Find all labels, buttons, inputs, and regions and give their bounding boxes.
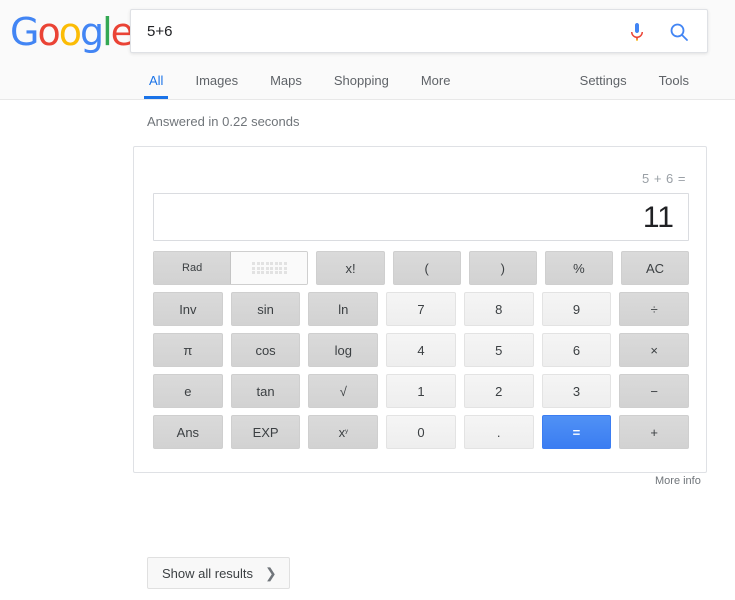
calc-key-Ans[interactable]: Ans: [153, 415, 223, 449]
keypad-row: Inv sin ln 7 8 9 ÷: [153, 292, 690, 326]
keypad-row: Ans EXP x ʸ 0. = +: [153, 415, 690, 449]
calculator-expression: 5 + 6 =: [642, 171, 686, 186]
calc-key-6[interactable]: 6: [541, 333, 612, 367]
calc-key-x[interactable]: x!: [316, 251, 385, 285]
microphone-icon[interactable]: [625, 20, 649, 44]
calc-key-8[interactable]: 8: [463, 292, 534, 326]
calc-key-7[interactable]: 7: [386, 292, 456, 326]
calc-key-AC[interactable]: AC: [620, 251, 690, 285]
show-all-results-button[interactable]: Show all results ❯: [147, 557, 290, 589]
calc-key-ln[interactable]: ln: [308, 292, 379, 326]
chevron-right-icon: ❯: [265, 564, 277, 581]
calc-key-4[interactable]: 4: [386, 333, 456, 367]
calc-key-[interactable]: −: [619, 374, 690, 408]
nav-item-images[interactable]: Images: [179, 66, 254, 99]
calc-key-Inv[interactable]: Inv: [153, 292, 223, 326]
search-header: Google AllImagesMapsShoppingMore Setting…: [0, 0, 735, 100]
keypad-row-keys: x!()% AC: [316, 251, 690, 285]
search-icon[interactable]: [667, 20, 691, 44]
logo-letter-5: e: [110, 10, 134, 54]
calc-key-5[interactable]: 5: [463, 333, 534, 367]
nav-tabs-left: All Images Maps Shopping More: [133, 66, 466, 99]
more-info-link[interactable]: More info: [655, 475, 701, 487]
calc-key-3[interactable]: 3: [541, 374, 612, 408]
google-logo[interactable]: Google: [10, 10, 134, 54]
calculator-display[interactable]: 11: [153, 193, 689, 241]
keypad-row: Rad x!()% AC: [153, 251, 690, 285]
calc-key-x[interactable]: xʸ: [308, 415, 379, 449]
logo-letter-1: o: [37, 10, 60, 54]
logo-letter-4: l: [102, 10, 112, 54]
calc-key-cos[interactable]: cos: [230, 333, 301, 367]
calc-key-EXP[interactable]: EXP: [230, 415, 301, 449]
keypad-rows: Inv sin ln 7 8 9 ÷ π cos log 4 5 6 × e tan √ 1 2 3− Ans EXP x ʸ…: [153, 292, 690, 449]
calc-key-[interactable]: ÷: [619, 292, 690, 326]
search-input[interactable]: [145, 10, 625, 52]
calculator-keypad: Rad x!()% AC Inv sin ln 7 8 9 ÷ π cos log 4 5 6 × e tan √…: [153, 251, 690, 456]
mode-toggle-group: Rad: [153, 251, 309, 285]
calc-key-[interactable]: π: [153, 333, 223, 367]
calc-key-[interactable]: +: [619, 415, 690, 449]
calc-key-1[interactable]: 1: [386, 374, 456, 408]
logo-letter-0: G: [10, 10, 39, 54]
calc-key-[interactable]: (: [392, 251, 461, 285]
calc-key-[interactable]: ): [468, 251, 537, 285]
calc-key-2[interactable]: 2: [463, 374, 534, 408]
calc-key-e[interactable]: e: [153, 374, 223, 408]
calc-key-[interactable]: √: [308, 374, 379, 408]
nav-item-maps[interactable]: Maps: [254, 66, 318, 99]
result-stats: Answered in 0.22 seconds: [147, 114, 300, 129]
nav-item-settings[interactable]: Settings: [564, 66, 643, 99]
logo-letter-3: g: [79, 10, 104, 54]
keyboard-icon: [252, 262, 287, 274]
search-nav: All Images Maps Shopping More Settings Tools: [0, 66, 735, 99]
nav-item-more[interactable]: More: [405, 66, 467, 99]
calc-key-0[interactable]: 0: [386, 415, 456, 449]
calc-key-[interactable]: %: [544, 251, 613, 285]
calc-key-tan[interactable]: tan: [230, 374, 301, 408]
calc-key-sin[interactable]: sin: [230, 292, 301, 326]
calc-key-[interactable]: ×: [619, 333, 690, 367]
calc-key-log[interactable]: log: [308, 333, 379, 367]
rad-deg-toggle[interactable]: Rad: [154, 252, 232, 284]
calculator-result: 11: [642, 201, 674, 234]
logo-letter-2: o: [58, 10, 82, 54]
nav-item-shopping[interactable]: Shopping: [318, 66, 405, 99]
nav-item-tools[interactable]: Tools: [643, 66, 705, 99]
search-box[interactable]: [130, 9, 708, 53]
calculator-card: 5 + 6 = 11 Rad x!()% AC Inv sin ln 7 8 9 ÷ π cos l…: [133, 146, 707, 473]
calc-key-[interactable]: =: [541, 415, 612, 449]
show-all-results-label: Show all results: [162, 565, 254, 581]
nav-tabs-right: Settings Tools: [564, 66, 705, 99]
keypad-row: e tan √ 1 2 3−: [153, 374, 690, 408]
calc-key-9[interactable]: 9: [541, 292, 612, 326]
keyboard-toggle[interactable]: [231, 252, 308, 284]
keypad-row: π cos log 4 5 6 ×: [153, 333, 690, 367]
calc-key-[interactable]: .: [463, 415, 534, 449]
nav-item-all[interactable]: All: [133, 66, 179, 99]
